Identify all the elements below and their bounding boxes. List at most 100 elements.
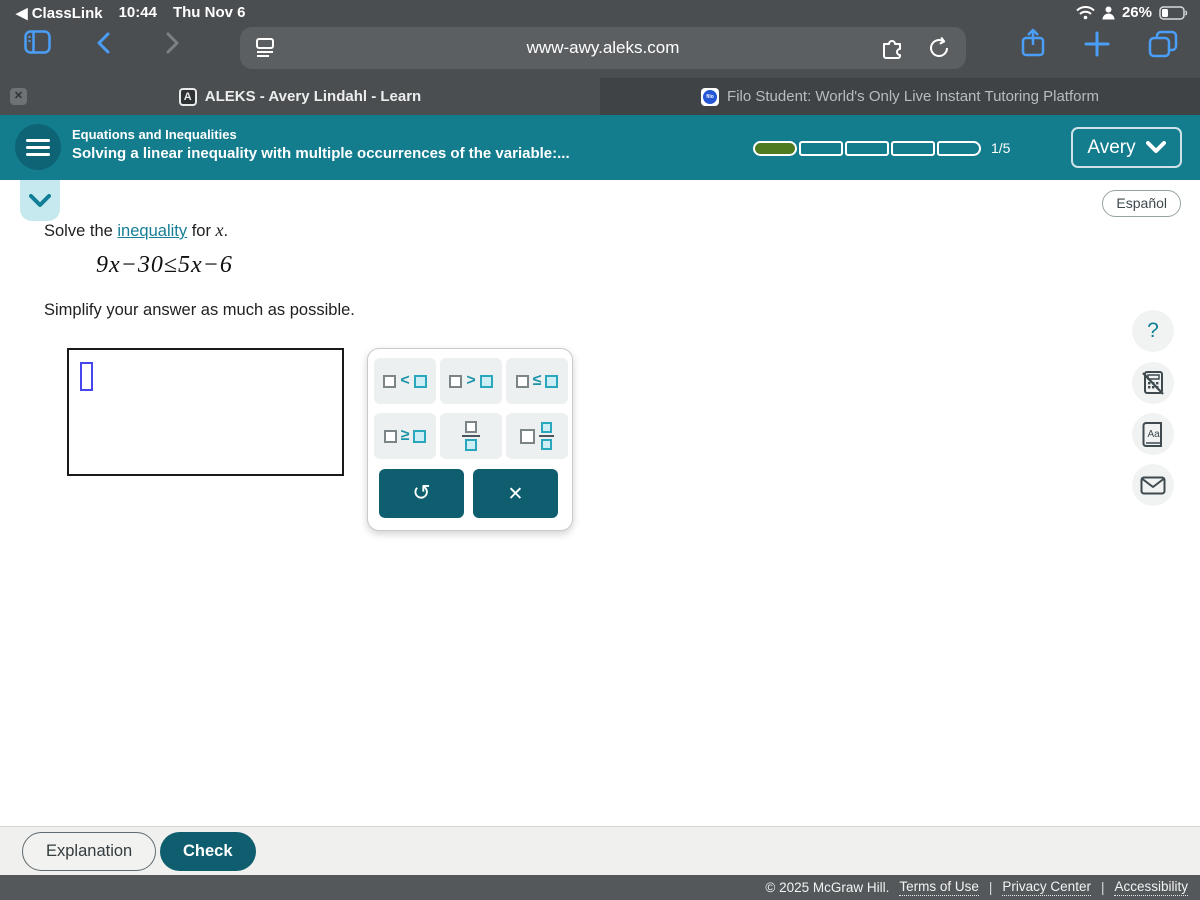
filo-favicon: filo [701, 87, 720, 106]
progress-segment [845, 140, 889, 156]
user-status-icon [1102, 6, 1115, 19]
mixed-number-icon [520, 422, 554, 450]
greater-equal-operator: ≥ [400, 427, 410, 444]
date: Thu Nov 6 [172, 4, 246, 21]
aleks-favicon: A [178, 87, 197, 106]
inequality-link[interactable]: inequality [117, 222, 187, 240]
undo-icon: ↺ [412, 481, 431, 506]
back-app-label: ClassLink [31, 5, 103, 22]
problem-page: Español Solve the inequality for x. 9x−3… [0, 180, 1200, 826]
share-icon[interactable] [1019, 28, 1047, 63]
topic-category: Equations and Inequalities [72, 127, 237, 142]
collapse-header-button[interactable] [20, 180, 60, 221]
clock: 10:44 [118, 4, 157, 21]
tab-bar: ✕ A ALEKS - Avery Lindahl - Learn filo F… [0, 78, 1200, 115]
progress-bar: 1/5 [753, 140, 1010, 156]
keypad-clear-button[interactable]: ✕ [473, 469, 558, 518]
address-bar[interactable]: www-awy.aleks.com [240, 27, 966, 69]
explanation-button[interactable]: Explanation [22, 832, 157, 871]
accessibility-link[interactable]: Accessibility [1114, 879, 1188, 896]
chevron-down-icon [1145, 141, 1166, 153]
blank-box-icon [383, 374, 397, 388]
wifi-icon [1076, 5, 1095, 19]
inequality-equation: 9x−30≤5x−6 [96, 252, 233, 278]
keypad-fraction-button[interactable] [440, 413, 502, 459]
tab-aleks-label: ALEKS - Avery Lindahl - Learn [204, 88, 422, 105]
keypad-greater-than-button[interactable]: > [440, 358, 502, 404]
less-equal-operator: ≤ [532, 372, 542, 389]
active-box-icon [545, 374, 559, 388]
keypad-mixed-number-button[interactable] [506, 413, 568, 459]
menu-hamburger-icon[interactable] [15, 124, 61, 170]
simplify-instruction: Simplify your answer as much as possible… [44, 301, 355, 319]
status-bar-left: ◀ ClassLink 10:44 Thu Nov 6 [16, 4, 245, 22]
dictionary-book-icon: Aa [1142, 421, 1162, 447]
blank-box-icon [449, 374, 463, 388]
back-to-app[interactable]: ◀ ClassLink [16, 4, 103, 22]
close-tab-icon[interactable]: ✕ [10, 88, 27, 105]
prompt-text: for [187, 222, 216, 240]
back-triangle-icon: ◀ [16, 5, 28, 22]
progress-segment-filled [753, 140, 797, 156]
back-icon[interactable] [96, 32, 110, 59]
browser-chrome: ◀ ClassLink 10:44 Thu Nov 6 26% www-awy.… [0, 0, 1200, 78]
status-bar-right: 26% [1076, 4, 1188, 21]
fraction-icon [462, 421, 480, 451]
tab-filo[interactable]: filo Filo Student: World's Only Live Ins… [600, 78, 1200, 115]
blank-box-icon [515, 374, 529, 388]
math-keypad: < > ≤ ≥ ↺ ✕ [367, 348, 573, 531]
keypad-greater-equal-button[interactable]: ≥ [374, 413, 436, 459]
prompt-text: . [223, 222, 229, 240]
progress-segment [937, 140, 981, 156]
less-than-operator: < [400, 372, 410, 389]
progress-segment [799, 140, 843, 156]
message-button[interactable] [1132, 464, 1174, 506]
answer-cursor-placeholder[interactable] [80, 362, 93, 391]
tab-overview-icon[interactable] [1148, 30, 1178, 63]
blank-box-icon [383, 429, 397, 443]
language-toggle-button[interactable]: Español [1102, 190, 1181, 217]
legal-footer: © 2025 McGraw Hill. Terms of Use | Priva… [0, 875, 1200, 900]
tab-filo-label: Filo Student: World's Only Live Instant … [727, 88, 1099, 105]
problem-prompt: Solve the inequality for x. [44, 220, 228, 241]
aleks-header: Equations and Inequalities Solving a lin… [0, 115, 1200, 180]
clear-x-icon: ✕ [507, 482, 524, 505]
calculator-disabled-button[interactable] [1132, 362, 1174, 404]
active-box-icon [413, 374, 427, 388]
keypad-undo-button[interactable]: ↺ [379, 469, 464, 518]
answer-input-box[interactable] [67, 348, 344, 476]
forward-icon[interactable] [166, 32, 180, 59]
active-box-icon [413, 429, 427, 443]
tab-aleks[interactable]: ✕ A ALEKS - Avery Lindahl - Learn [0, 78, 600, 115]
bottom-action-bar: Explanation Check [0, 826, 1200, 875]
extensions-puzzle-icon[interactable] [880, 36, 906, 65]
footer-separator: | [1100, 880, 1105, 895]
greater-than-operator: > [466, 372, 476, 389]
active-box-icon [479, 374, 493, 388]
user-menu-button[interactable]: Avery [1071, 127, 1182, 168]
privacy-center-link[interactable]: Privacy Center [1002, 879, 1091, 896]
progress-label: 1/5 [991, 140, 1011, 156]
reload-icon[interactable] [928, 36, 952, 65]
keypad-less-equal-button[interactable]: ≤ [506, 358, 568, 404]
footer-separator: | [988, 880, 993, 895]
terms-of-use-link[interactable]: Terms of Use [899, 879, 979, 896]
sidebar-toggle-icon[interactable] [24, 30, 51, 59]
progress-segment [891, 140, 935, 156]
help-button[interactable]: ? [1132, 310, 1174, 352]
battery-percent: 26% [1121, 4, 1152, 21]
svg-text:Aa: Aa [1148, 429, 1161, 440]
battery-icon [1159, 5, 1188, 20]
url-text: www-awy.aleks.com [526, 38, 680, 57]
variable-x: x [215, 220, 224, 240]
copyright-text: © 2025 McGraw Hill. [765, 880, 890, 895]
prompt-text: Solve the [44, 222, 118, 240]
dictionary-button[interactable]: Aa [1132, 413, 1174, 455]
chevron-down-icon [29, 193, 51, 207]
envelope-icon [1140, 476, 1166, 494]
new-tab-plus-icon[interactable] [1084, 31, 1110, 62]
user-name: Avery [1087, 136, 1136, 158]
lesson-title: Solving a linear inequality with multipl… [72, 145, 570, 162]
check-button[interactable]: Check [160, 832, 256, 871]
keypad-less-than-button[interactable]: < [374, 358, 436, 404]
